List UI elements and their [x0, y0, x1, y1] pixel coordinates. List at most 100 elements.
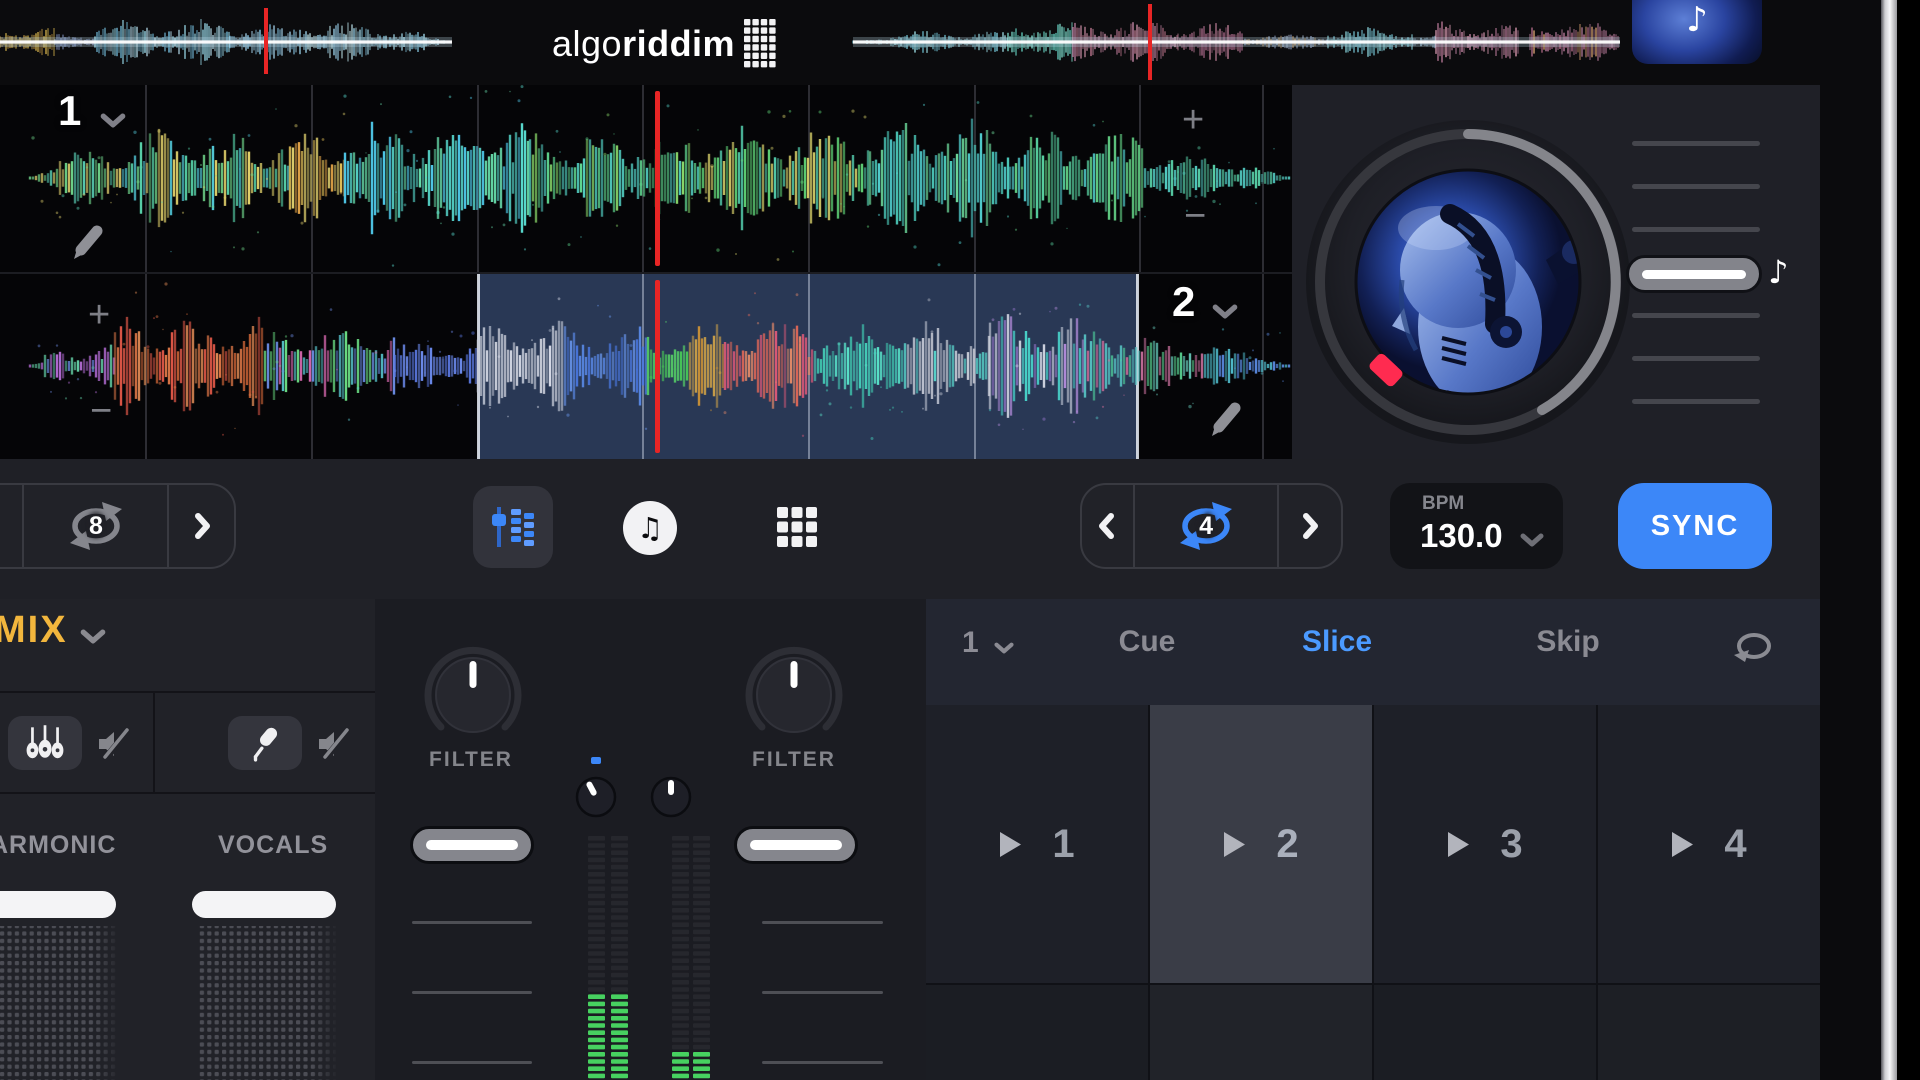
deck1-volume-fader[interactable]	[410, 826, 534, 864]
instrumental-mute-icon[interactable]	[96, 728, 134, 760]
deck1-loop-back-button[interactable]	[0, 485, 22, 567]
pad-number: 4	[1724, 822, 1746, 867]
fader-eq-icon	[489, 503, 537, 551]
deck2-number-label: 2	[1172, 278, 1195, 326]
deck2-filter-knob[interactable]	[734, 635, 854, 755]
bpm-control[interactable]: BPM 130.0	[1390, 483, 1563, 569]
deck1-zoom-out-button[interactable]: −	[1184, 197, 1206, 235]
fader-fx-view-button[interactable]	[473, 486, 553, 568]
deck2-filter-label: FILTER	[714, 748, 874, 772]
pitch-tick	[1632, 184, 1760, 189]
screen-edge-highlight	[1881, 0, 1897, 1080]
fader-tick	[412, 921, 532, 924]
deck1-zoom-in-button[interactable]: +	[1182, 101, 1204, 139]
screen-edge-black	[1897, 0, 1920, 1080]
pad-bank-selector[interactable]: 1	[962, 626, 979, 660]
grid-view-button[interactable]	[777, 507, 817, 547]
neural-mix-panel: MIX	[0, 599, 375, 1080]
deck2-gain-knob[interactable]	[643, 769, 699, 825]
deck2-overview-waveform[interactable]	[848, 2, 1628, 82]
play-icon	[1671, 831, 1694, 858]
slice-pad-6[interactable]	[1150, 985, 1372, 1080]
fader-line	[750, 840, 842, 850]
deck2-zoom-in-button[interactable]: +	[88, 296, 110, 334]
deck1-loop-length: 8	[24, 485, 167, 567]
slice-pad-8[interactable]	[1598, 985, 1820, 1080]
chevron-right-icon	[190, 510, 214, 542]
fader-tick	[412, 991, 532, 994]
pad-number: 3	[1500, 822, 1522, 867]
deck2-waveform	[0, 274, 1292, 459]
logo-text-bold: riddim	[622, 23, 735, 65]
deck2-waveform-view[interactable]: 2 + −	[0, 272, 1292, 459]
neural-mix-chevron-down-icon[interactable]	[80, 629, 106, 644]
key-lock-note-icon[interactable]: ♪	[1768, 253, 1788, 291]
tab-skip[interactable]: Skip	[1503, 625, 1633, 659]
sync-button[interactable]: SYNC	[1618, 483, 1772, 569]
tab-slice[interactable]: Slice	[1272, 625, 1402, 659]
deck1-filter-label: FILTER	[391, 748, 551, 772]
vocal-stem-fader[interactable]	[192, 891, 336, 918]
deck1-loop-control: 8	[0, 483, 236, 569]
deck2-loop-back-button[interactable]	[1082, 485, 1133, 567]
pitch-fader-handle[interactable]	[1626, 255, 1762, 293]
deck1-loop-toggle-button[interactable]: 8	[22, 485, 167, 567]
deck1-waveform-view[interactable]: 1 + −	[0, 85, 1292, 272]
music-library-button[interactable]: ♫	[623, 501, 677, 555]
slice-pad-2[interactable]: 2	[1150, 705, 1372, 983]
deck2-edit-grid-pencil-icon[interactable]	[1206, 396, 1246, 440]
sync-label: SYNC	[1651, 510, 1740, 543]
algoriddim-grid-icon	[744, 19, 776, 69]
deck1-filter-knob[interactable]	[413, 635, 533, 755]
deck1-edit-grid-pencil-icon[interactable]	[68, 219, 108, 263]
deck1-waveform	[0, 85, 1292, 272]
deck1-gain-knob[interactable]	[568, 757, 624, 827]
algoriddim-logo: algoriddim	[552, 18, 776, 70]
pad-grid: 1 2 3 4	[926, 705, 1820, 1080]
pad-number: 2	[1276, 822, 1298, 867]
slice-pad-3[interactable]: 3	[1374, 705, 1596, 983]
vocal-stem-label: VOCALS	[218, 831, 328, 860]
instrumental-stem-button[interactable]	[8, 716, 82, 770]
slice-pad-7[interactable]	[1374, 985, 1596, 1080]
slice-pad-4[interactable]: 4	[1598, 705, 1820, 983]
deck2-playhead	[655, 280, 660, 453]
tab-cue[interactable]: Cue	[1082, 625, 1212, 659]
deck1-overview-playhead	[264, 8, 268, 74]
chevron-right-icon	[1298, 510, 1322, 542]
slice-pad-5[interactable]	[926, 985, 1148, 1080]
top-overview-bar: algoriddim ♪	[0, 0, 1920, 85]
deck1-overview-waveform[interactable]	[0, 6, 480, 78]
deck2-album-art-thumbnail[interactable]: ♪	[1632, 0, 1762, 64]
pitch-tick	[1632, 227, 1760, 232]
instrumental-stem-fader[interactable]	[0, 891, 116, 918]
slice-pad-1[interactable]: 1	[926, 705, 1148, 983]
fader-tick	[762, 1061, 883, 1064]
fader-tick	[762, 991, 883, 994]
divider	[0, 691, 375, 693]
jog-wheel[interactable]	[1298, 112, 1638, 452]
deck2-loop-forward-button[interactable]	[1277, 485, 1341, 567]
deck1-playhead	[655, 91, 660, 266]
stem-fader-track-texture	[0, 924, 375, 1080]
vocal-mute-icon[interactable]	[316, 728, 354, 760]
transport-bar: 8 ♫	[0, 459, 1920, 599]
pitch-tick	[1632, 313, 1760, 318]
pads-panel: 1 Cue Slice Skip 1 2 3	[926, 599, 1820, 1080]
music-note-icon: ♪	[1686, 0, 1708, 40]
deck1-chevron-down-icon[interactable]	[100, 113, 126, 128]
deck2-loop-length: 4	[1135, 485, 1278, 567]
vocal-stem-button[interactable]	[228, 716, 302, 770]
pitch-fader-line	[1642, 270, 1746, 279]
deck1-loop-forward-button[interactable]	[167, 485, 234, 567]
fader-tick	[762, 921, 883, 924]
deck2-chevron-down-icon[interactable]	[1212, 304, 1238, 319]
play-icon	[999, 831, 1022, 858]
pitch-tick	[1632, 356, 1760, 361]
deck2-loop-toggle-button[interactable]: 4	[1133, 485, 1278, 567]
deck2-volume-fader[interactable]	[734, 826, 858, 864]
pads-loop-icon[interactable]	[1732, 629, 1776, 663]
music-note-icon: ♫	[637, 511, 663, 545]
deck2-zoom-out-button[interactable]: −	[90, 392, 112, 430]
screen-edge-dark	[1820, 0, 1881, 1080]
